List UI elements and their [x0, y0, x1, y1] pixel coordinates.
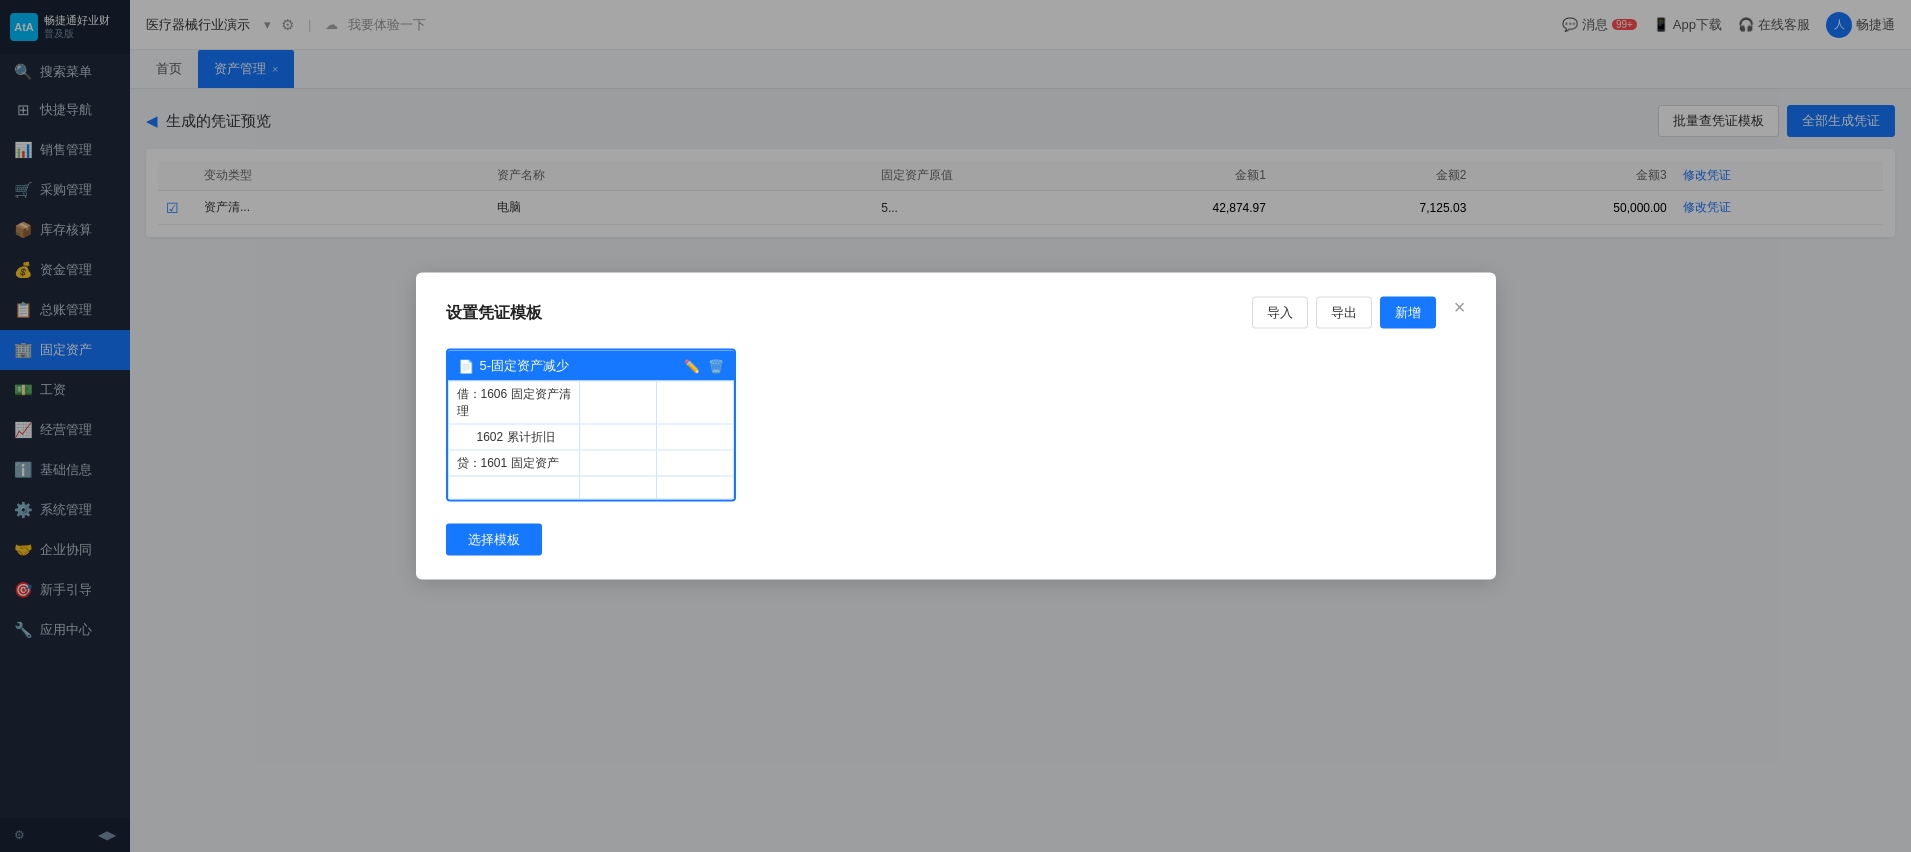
delete-template-icon[interactable]: 🗑️	[708, 358, 724, 373]
table-row	[448, 476, 733, 499]
account-cell	[448, 476, 580, 499]
template-card-header-left: 📄 5-固定资产减少	[458, 357, 570, 375]
account-cell: 贷：1601 固定资产	[448, 450, 580, 476]
edit-template-icon[interactable]: ✏️	[684, 358, 700, 373]
template-card-header-actions: ✏️ 🗑️	[684, 358, 724, 373]
table-row: 1602 累计折旧	[448, 424, 733, 450]
select-template-button[interactable]: 选择模板	[446, 524, 542, 556]
debit-cell	[580, 381, 657, 424]
dialog-close-button[interactable]: ×	[1454, 297, 1466, 329]
export-button[interactable]: 导出	[1316, 297, 1372, 329]
debit-cell	[580, 450, 657, 476]
debit-cell	[580, 424, 657, 450]
import-button[interactable]: 导入	[1252, 297, 1308, 329]
dialog-title: 设置凭证模板	[446, 302, 542, 323]
template-card: 📄 5-固定资产减少 ✏️ 🗑️ 借：1606 固定资产清理	[446, 349, 736, 502]
doc-icon: 📄	[458, 358, 474, 373]
voucher-template-dialog: 设置凭证模板 导入 导出 新增 × 📄 5-固定资产减少	[416, 273, 1496, 580]
main-wrap: 医疗器械行业演示 ▾ ⚙ | ☁ 我要体验一下 💬 消息 99+ 📱 App下载…	[130, 0, 1911, 852]
table-row: 贷：1601 固定资产	[448, 450, 733, 476]
dialog-header: 设置凭证模板 导入 导出 新增 ×	[446, 297, 1466, 329]
new-template-button[interactable]: 新增	[1380, 297, 1436, 329]
table-row: 借：1606 固定资产清理	[448, 381, 733, 424]
account-cell: 1602 累计折旧	[448, 424, 580, 450]
credit-cell	[656, 381, 733, 424]
account-cell: 借：1606 固定资产清理	[448, 381, 580, 424]
template-name: 5-固定资产减少	[480, 357, 570, 375]
page-content: ◀ 生成的凭证预览 批量查凭证模板 全部生成凭证 变动类型 资产名称 固定资产原…	[130, 89, 1911, 852]
credit-cell	[656, 450, 733, 476]
debit-cell	[580, 476, 657, 499]
template-table: 借：1606 固定资产清理 1602 累计折旧 贷：1601 固定资产	[448, 381, 734, 500]
dialog-header-actions: 导入 导出 新增 ×	[1252, 297, 1466, 329]
credit-cell	[656, 424, 733, 450]
credit-cell	[656, 476, 733, 499]
template-card-header: 📄 5-固定资产减少 ✏️ 🗑️	[448, 351, 734, 381]
template-area: 📄 5-固定资产减少 ✏️ 🗑️ 借：1606 固定资产清理	[446, 349, 1466, 556]
